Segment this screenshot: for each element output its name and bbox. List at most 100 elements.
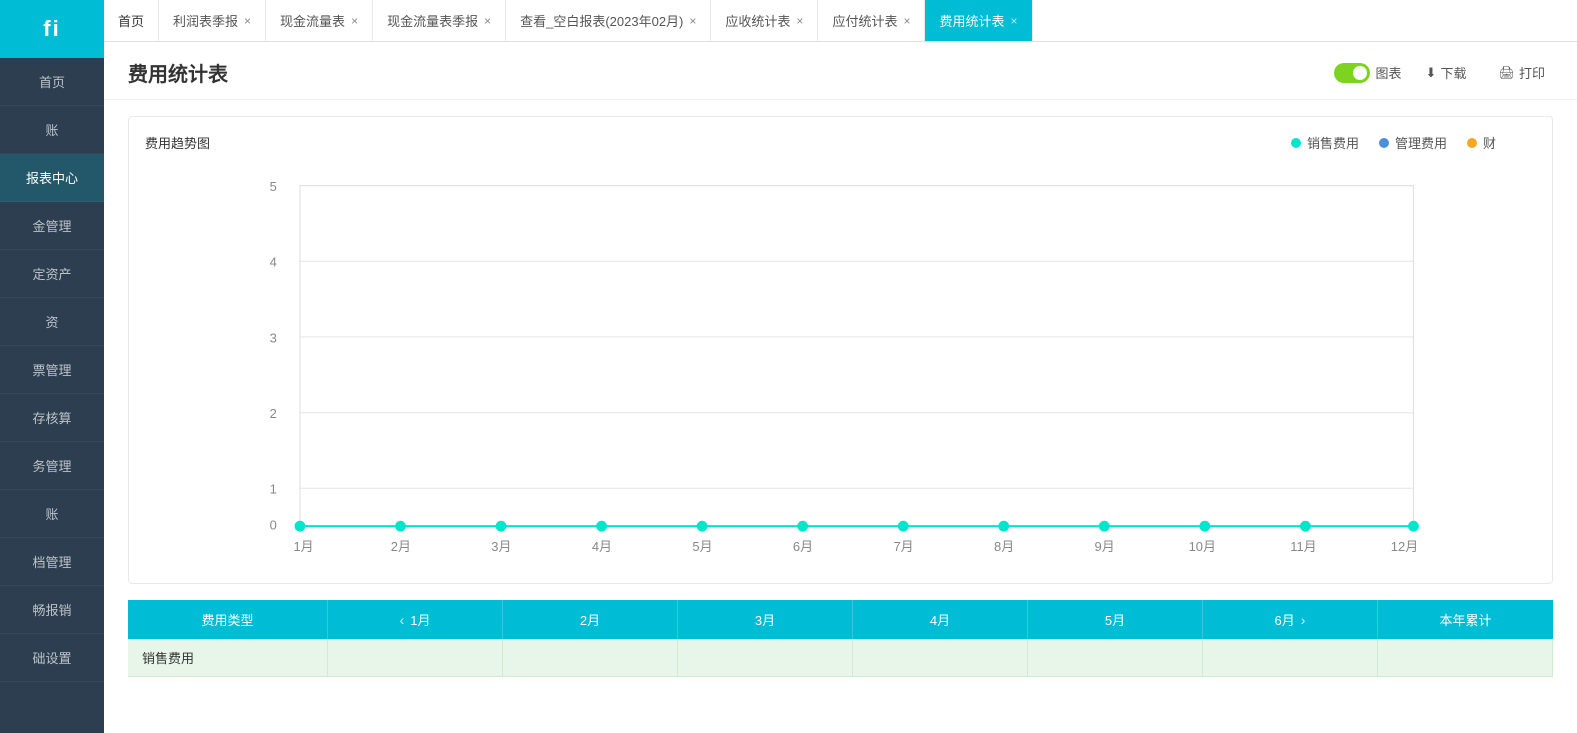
- chart-dot: [295, 521, 306, 532]
- download-button[interactable]: ⬇ 下载: [1418, 59, 1475, 86]
- svg-text:0: 0: [270, 517, 277, 532]
- td-m4: [853, 639, 1028, 676]
- main-area: 首页 利润表季报 × 现金流量表 × 现金流量表季报 × 查看_空白报表(202…: [104, 0, 1577, 733]
- td-type-sales: 销售费用: [128, 639, 328, 676]
- tab-expense[interactable]: 费用统计表 ×: [925, 0, 1032, 41]
- sidebar-item-inventory[interactable]: 存核算: [0, 394, 104, 442]
- th-month-6: 6月 ›: [1203, 600, 1378, 639]
- tab-home[interactable]: 首页: [104, 0, 159, 41]
- table-section: 费用类型 ‹ 1月 2月 3月 4月 5月 6月 › 本年累计 销售费用: [128, 600, 1553, 677]
- th-total: 本年累计: [1378, 600, 1553, 639]
- page-title: 费用统计表: [128, 58, 228, 87]
- svg-text:2月: 2月: [391, 539, 411, 554]
- svg-text:12月: 12月: [1391, 539, 1418, 554]
- tab-cashflow-quarterly[interactable]: 现金流量表季报 ×: [373, 0, 506, 41]
- svg-text:4: 4: [270, 255, 277, 270]
- td-m3: [678, 639, 853, 676]
- chart-dot: [1408, 521, 1419, 532]
- tab-bar: 首页 利润表季报 × 现金流量表 × 现金流量表季报 × 查看_空白报表(202…: [104, 0, 1577, 42]
- chart-toggle-wrap: 图表: [1334, 63, 1402, 83]
- tab-close-blank[interactable]: ×: [689, 14, 696, 28]
- th-nav-prev[interactable]: ‹ 1月: [328, 600, 503, 639]
- th-month-4: 4月: [853, 600, 1028, 639]
- tab-close-expense[interactable]: ×: [1010, 14, 1017, 28]
- chart-dot: [898, 521, 909, 532]
- sidebar-item-home[interactable]: 首页: [0, 58, 104, 106]
- legend-label-admin: 管理费用: [1395, 133, 1447, 152]
- prev-arrow-icon[interactable]: ‹: [400, 612, 405, 628]
- sidebar-item-expense[interactable]: 畅报销: [0, 586, 104, 634]
- chart-dot: [1300, 521, 1311, 532]
- chart-legend: 销售费用 管理费用 财: [1291, 133, 1496, 152]
- next-arrow-icon[interactable]: ›: [1301, 612, 1306, 628]
- chart-toggle-label: 图表: [1376, 63, 1402, 82]
- chart-dot: [697, 521, 708, 532]
- tab-blank-report[interactable]: 查看_空白报表(2023年02月) ×: [506, 0, 711, 41]
- sidebar-item-capital[interactable]: 资: [0, 298, 104, 346]
- sidebar-item-account[interactable]: 账: [0, 106, 104, 154]
- td-total: [1378, 639, 1553, 676]
- tab-close-receivable[interactable]: ×: [796, 14, 803, 28]
- th-month-2: 2月: [503, 600, 678, 639]
- th-type: 费用类型: [128, 600, 328, 639]
- legend-dot-finance: [1467, 138, 1477, 148]
- print-button[interactable]: 🖨 打印: [1490, 59, 1553, 86]
- tab-payable[interactable]: 应付统计表 ×: [818, 0, 925, 41]
- chart-dot: [596, 521, 607, 532]
- svg-text:10月: 10月: [1189, 539, 1216, 554]
- th-month-5: 5月: [1028, 600, 1203, 639]
- svg-text:3: 3: [270, 330, 277, 345]
- chart-dot: [496, 521, 507, 532]
- th-month-3: 3月: [678, 600, 853, 639]
- svg-text:5月: 5月: [692, 539, 712, 554]
- legend-dot-sales: [1291, 138, 1301, 148]
- svg-text:1月: 1月: [293, 539, 313, 554]
- svg-text:2: 2: [270, 406, 277, 421]
- legend-finance: 财: [1467, 133, 1496, 152]
- svg-text:6月: 6月: [793, 539, 813, 554]
- svg-text:5: 5: [270, 179, 277, 194]
- content-area: 费用统计表 图表 ⬇ 下载 🖨 打印 费用趋势图: [104, 42, 1577, 733]
- print-icon: 🖨: [1498, 65, 1515, 81]
- chart-svg-wrap: 5 4 3 2 1 0: [145, 164, 1536, 567]
- td-m5: [1028, 639, 1203, 676]
- sidebar-logo: fi: [0, 0, 104, 58]
- tab-close-cashflow[interactable]: ×: [351, 14, 358, 28]
- legend-label-finance: 财: [1483, 133, 1496, 152]
- sidebar-item-invoice[interactable]: 票管理: [0, 346, 104, 394]
- legend-sales: 销售费用: [1291, 133, 1359, 152]
- svg-text:11月: 11月: [1290, 539, 1316, 554]
- legend-admin: 管理费用: [1379, 133, 1447, 152]
- sidebar-item-settings[interactable]: 础设置: [0, 634, 104, 682]
- chart-dot: [1199, 521, 1210, 532]
- sidebar-item-service[interactable]: 务管理: [0, 442, 104, 490]
- sidebar-item-ledger[interactable]: 账: [0, 490, 104, 538]
- sidebar: fi 首页 账 报表中心 金管理 定资产 资 票管理 存核算 务管理 账 档管理…: [0, 0, 104, 733]
- tab-close-payable[interactable]: ×: [903, 14, 910, 28]
- tab-close-cashflow-q[interactable]: ×: [484, 14, 491, 28]
- svg-text:1: 1: [270, 482, 277, 497]
- svg-text:8月: 8月: [994, 539, 1014, 554]
- sidebar-item-finance[interactable]: 金管理: [0, 202, 104, 250]
- sidebar-item-assets[interactable]: 定资产: [0, 250, 104, 298]
- tab-profit[interactable]: 利润表季报 ×: [159, 0, 266, 41]
- td-m6: [1203, 639, 1378, 676]
- svg-text:4月: 4月: [592, 539, 612, 554]
- sidebar-item-reports[interactable]: 报表中心: [0, 154, 104, 202]
- download-icon: ⬇: [1426, 65, 1437, 81]
- svg-text:3月: 3月: [491, 539, 511, 554]
- table-row-sales: 销售费用: [128, 639, 1553, 677]
- tab-close-profit[interactable]: ×: [244, 14, 251, 28]
- td-m2: [503, 639, 678, 676]
- svg-text:7月: 7月: [893, 539, 913, 554]
- chart-dot: [797, 521, 808, 532]
- legend-dot-admin: [1379, 138, 1389, 148]
- table-header: 费用类型 ‹ 1月 2月 3月 4月 5月 6月 › 本年累计: [128, 600, 1553, 639]
- tab-cashflow[interactable]: 现金流量表 ×: [266, 0, 373, 41]
- trend-chart: 5 4 3 2 1 0: [145, 164, 1536, 564]
- td-m1: [328, 639, 503, 676]
- tab-receivable[interactable]: 应收统计表 ×: [711, 0, 818, 41]
- sidebar-item-archive[interactable]: 档管理: [0, 538, 104, 586]
- header-actions: 图表 ⬇ 下载 🖨 打印: [1334, 59, 1553, 86]
- chart-toggle[interactable]: [1334, 63, 1370, 83]
